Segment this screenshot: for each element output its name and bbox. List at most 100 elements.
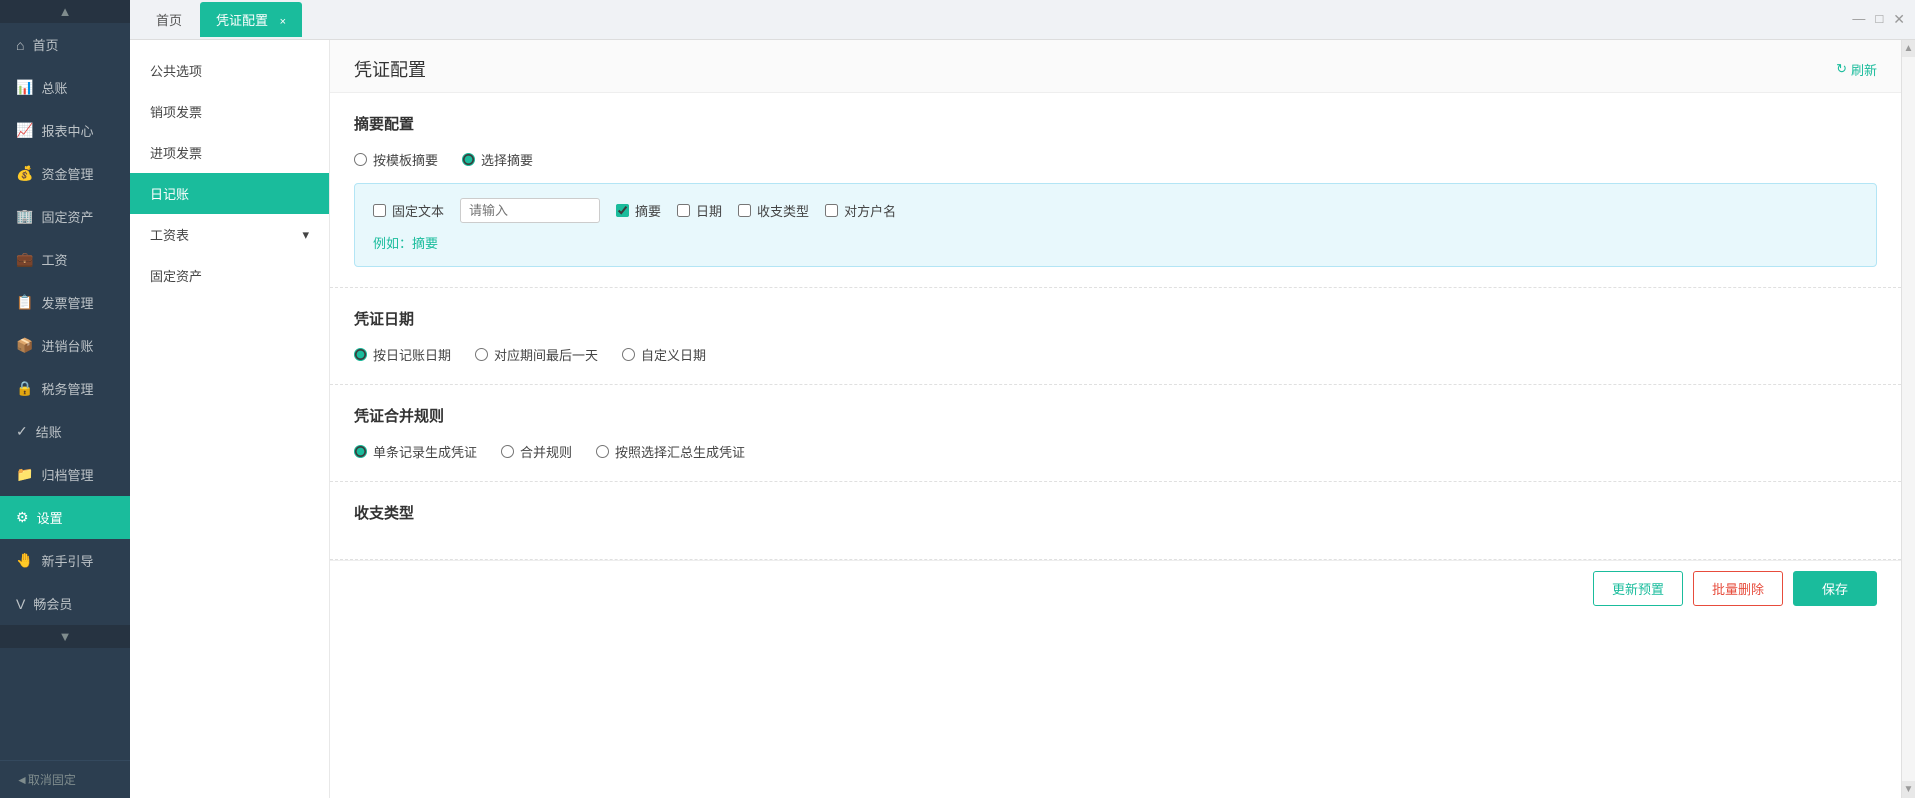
- left-nav-journal[interactable]: 日记账: [130, 173, 329, 214]
- sidebar-item-settle[interactable]: ✓ 结账: [0, 410, 130, 453]
- checkbox-summary[interactable]: 摘要: [616, 201, 661, 220]
- summary-section-title: 摘要配置: [354, 113, 1877, 134]
- sidebar-item-trade[interactable]: 📦 进销台账: [0, 324, 130, 367]
- summary-config-box: 固定文本 摘要 日期 收支类型: [354, 183, 1877, 267]
- merge-rules-title: 凭证合并规则: [354, 405, 1877, 426]
- report-icon: 📈: [16, 122, 33, 139]
- merge-rules-section: 凭证合并规则 单条记录生成凭证 合并规则 按照选择汇总生成凭证: [330, 385, 1901, 482]
- trade-icon: 📦: [16, 337, 33, 354]
- settle-icon: ✓: [16, 423, 28, 440]
- tab-voucher-config[interactable]: 凭证配置 ×: [200, 2, 302, 37]
- sidebar-item-tax[interactable]: 🔒 税务管理: [0, 367, 130, 410]
- tab-home[interactable]: 首页: [140, 2, 198, 37]
- summary-radio-template[interactable]: 按模板摘要: [354, 150, 438, 169]
- salary-icon: 💼: [16, 251, 33, 268]
- left-nav-payroll[interactable]: 工资表 ▾: [130, 214, 329, 255]
- summary-config-section: 摘要配置 按模板摘要 选择摘要 固定文本: [330, 93, 1901, 288]
- outer-scrollbar: ▲ ▼: [1901, 40, 1915, 798]
- checkbox-summary-input[interactable]: [616, 204, 629, 217]
- fixed-text-input[interactable]: [460, 198, 600, 223]
- date-radio-journal-input[interactable]: [354, 348, 367, 361]
- sidebar-item-salary[interactable]: 💼 工资: [0, 238, 130, 281]
- left-nav-purchase[interactable]: 进项发票: [130, 132, 329, 173]
- sidebar-item-report[interactable]: 📈 报表中心: [0, 109, 130, 152]
- sidebar-item-home[interactable]: ⌂ 首页: [0, 23, 130, 66]
- tab-close-button[interactable]: ×: [280, 16, 286, 28]
- batch-delete-button[interactable]: 批量删除: [1693, 571, 1783, 606]
- merge-radio-summary-input[interactable]: [596, 445, 609, 458]
- voucher-date-section: 凭证日期 按日记账日期 对应期间最后一天 自定义日期: [330, 288, 1901, 385]
- sidebar-item-funds[interactable]: 💰 资金管理: [0, 152, 130, 195]
- date-radio-custom[interactable]: 自定义日期: [622, 345, 706, 364]
- left-nav-fixed-assets[interactable]: 固定资产: [130, 255, 329, 296]
- voucher-date-radio-row: 按日记账日期 对应期间最后一天 自定义日期: [354, 345, 1877, 364]
- sidebar: ▲ ⌂ 首页 📊 总账 📈 报表中心 💰 资金管理 🏢 固定资产 💼 工资 📋 …: [0, 0, 130, 798]
- merge-radio-rule[interactable]: 合并规则: [501, 442, 572, 461]
- invoice-icon: 📋: [16, 294, 33, 311]
- date-radio-last-day[interactable]: 对应期间最后一天: [475, 345, 598, 364]
- checkbox-fixed-text-input[interactable]: [373, 204, 386, 217]
- bottom-action-bar: 更新预置 批量删除 保存: [330, 560, 1901, 616]
- sidebar-unpin[interactable]: ◄取消固定: [0, 760, 130, 798]
- sidebar-item-fixed-assets[interactable]: 🏢 固定资产: [0, 195, 130, 238]
- summary-radio-select[interactable]: 选择摘要: [462, 150, 533, 169]
- date-radio-last-day-input[interactable]: [475, 348, 488, 361]
- checkbox-counterpart[interactable]: 对方户名: [825, 201, 896, 220]
- summary-radio-row: 按模板摘要 选择摘要: [354, 150, 1877, 169]
- checkbox-income-type-input[interactable]: [738, 204, 751, 217]
- income-type-section: 收支类型: [330, 482, 1901, 560]
- sidebar-item-invoice[interactable]: 📋 发票管理: [0, 281, 130, 324]
- income-type-title: 收支类型: [354, 502, 1877, 523]
- merge-radio-single[interactable]: 单条记录生成凭证: [354, 442, 477, 461]
- sidebar-item-ledger[interactable]: 📊 总账: [0, 66, 130, 109]
- sidebar-item-guide[interactable]: 🤚 新手引导: [0, 539, 130, 582]
- update-preview-button[interactable]: 更新预置: [1593, 571, 1683, 606]
- scroll-down-arrow[interactable]: ▼: [1902, 781, 1915, 798]
- refresh-icon: ↻: [1836, 61, 1847, 77]
- maximize-button[interactable]: □: [1875, 11, 1883, 28]
- chevron-down-icon: ▾: [302, 227, 309, 243]
- tax-icon: 🔒: [16, 380, 33, 397]
- sidebar-item-archive[interactable]: 📁 归档管理: [0, 453, 130, 496]
- checkbox-date-input[interactable]: [677, 204, 690, 217]
- scroll-up-arrow[interactable]: ▲: [1902, 40, 1915, 57]
- funds-icon: 💰: [16, 165, 33, 182]
- merge-radio-rule-input[interactable]: [501, 445, 514, 458]
- save-button[interactable]: 保存: [1793, 571, 1877, 606]
- merge-radio-summary[interactable]: 按照选择汇总生成凭证: [596, 442, 745, 461]
- sidebar-scroll-down[interactable]: ▼: [0, 625, 130, 648]
- checkbox-counterpart-input[interactable]: [825, 204, 838, 217]
- right-content: 凭证配置 ↻ 刷新 摘要配置 按模板摘要 选择摘要: [330, 40, 1901, 798]
- checkbox-fixed-text[interactable]: 固定文本: [373, 201, 444, 220]
- date-radio-custom-input[interactable]: [622, 348, 635, 361]
- example-text: 例如：摘要: [373, 233, 1858, 252]
- content-area: 公共选项 销项发票 进项发票 日记账 工资表 ▾ 固定资产 凭证配置: [130, 40, 1915, 798]
- refresh-button[interactable]: ↻ 刷新: [1836, 60, 1877, 79]
- home-icon: ⌂: [16, 37, 24, 53]
- checkbox-income-type[interactable]: 收支类型: [738, 201, 809, 220]
- checkbox-date[interactable]: 日期: [677, 201, 722, 220]
- settings-icon: ⚙: [16, 509, 29, 526]
- date-radio-journal[interactable]: 按日记账日期: [354, 345, 451, 364]
- left-nav: 公共选项 销项发票 进项发票 日记账 工资表 ▾ 固定资产: [130, 40, 330, 798]
- guide-icon: 🤚: [16, 552, 33, 569]
- merge-radio-single-input[interactable]: [354, 445, 367, 458]
- sidebar-item-settings[interactable]: ⚙ 设置: [0, 496, 130, 539]
- minimize-button[interactable]: —: [1852, 11, 1865, 28]
- sidebar-item-vip[interactable]: V 畅会员: [0, 582, 130, 625]
- voucher-date-title: 凭证日期: [354, 308, 1877, 329]
- left-nav-public[interactable]: 公共选项: [130, 50, 329, 91]
- vip-icon: V: [16, 596, 25, 612]
- left-nav-sales[interactable]: 销项发票: [130, 91, 329, 132]
- tab-actions: — □ ✕: [1852, 11, 1905, 28]
- summary-radio-select-input[interactable]: [462, 153, 475, 166]
- window-close-button[interactable]: ✕: [1893, 11, 1905, 28]
- summary-radio-template-input[interactable]: [354, 153, 367, 166]
- page-header: 凭证配置 ↻ 刷新: [330, 40, 1901, 93]
- merge-rules-radio-row: 单条记录生成凭证 合并规则 按照选择汇总生成凭证: [354, 442, 1877, 461]
- sidebar-scroll-up[interactable]: ▲: [0, 0, 130, 23]
- ledger-icon: 📊: [16, 79, 33, 96]
- main-area: 首页 凭证配置 × — □ ✕ 公共选项 销项发票 进项发票 日记账: [130, 0, 1915, 798]
- tab-bar: 首页 凭证配置 × — □ ✕: [130, 0, 1915, 40]
- page-title: 凭证配置: [354, 56, 426, 82]
